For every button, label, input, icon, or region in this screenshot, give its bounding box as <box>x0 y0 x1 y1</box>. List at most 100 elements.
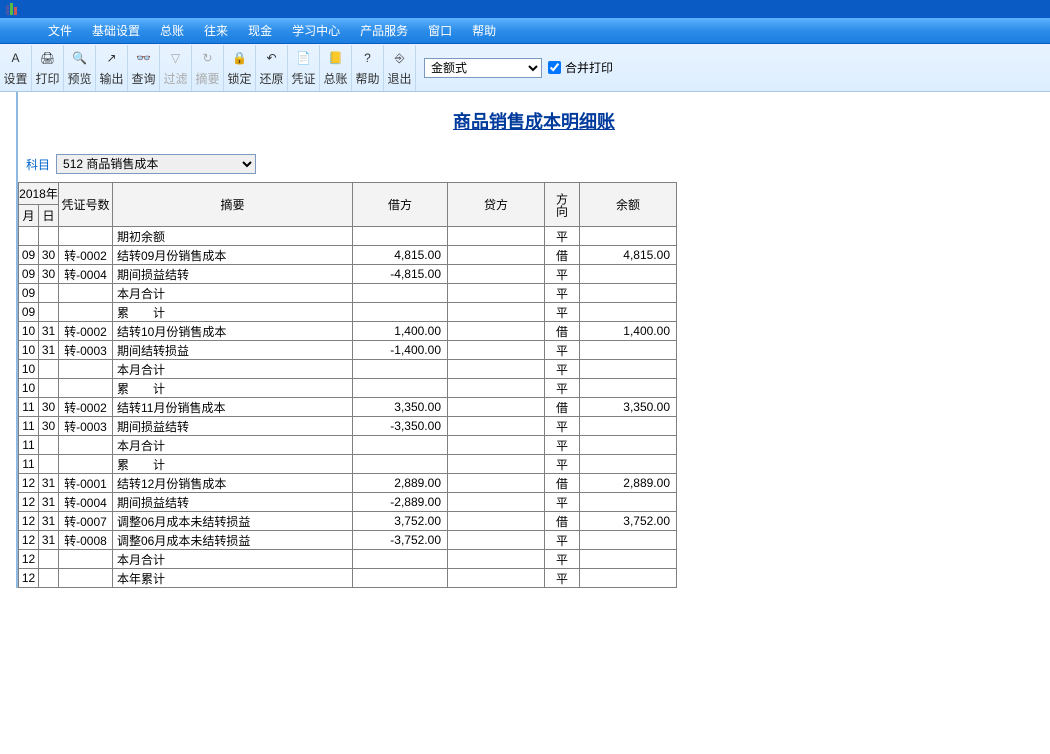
merge-print-checkbox[interactable]: 合并打印 <box>548 59 613 76</box>
cell-d <box>39 284 59 303</box>
preview-icon: 🔍 <box>72 48 87 68</box>
query-button[interactable]: 👓查询 <box>128 45 160 91</box>
table-row[interactable]: 10累 计平 <box>19 379 677 398</box>
filter-icon: ▽ <box>171 48 180 68</box>
menu-5[interactable]: 学习中心 <box>284 18 348 43</box>
menu-3[interactable]: 往来 <box>196 18 236 43</box>
table-row[interactable]: 09本月合计平 <box>19 284 677 303</box>
preview-button[interactable]: 🔍预览 <box>64 45 96 91</box>
lock-button[interactable]: 🔒 锁定 <box>224 45 256 91</box>
menu-1[interactable]: 基础设置 <box>84 18 148 43</box>
cell-m: 09 <box>19 246 39 265</box>
hdr-year: 2018年 <box>19 183 59 205</box>
cell-bal <box>580 303 677 322</box>
cell-vno: 转-0004 <box>59 265 113 284</box>
cell-d <box>39 455 59 474</box>
cell-m: 12 <box>19 474 39 493</box>
cell-debit <box>353 303 448 322</box>
table-row[interactable]: 1231转-0001结转12月份销售成本2,889.00借2,889.00 <box>19 474 677 493</box>
table-row[interactable]: 12本年累计平 <box>19 569 677 588</box>
cell-vno: 转-0004 <box>59 493 113 512</box>
exit-icon: ⎆ <box>395 48 405 68</box>
ledger-icon: 📒 <box>328 48 343 68</box>
cell-bal <box>580 436 677 455</box>
table-row[interactable]: 1231转-0008调整06月成本未结转损益-3,752.00平 <box>19 531 677 550</box>
print-button[interactable]: 🖨打印 <box>32 45 64 91</box>
cell-d: 31 <box>39 512 59 531</box>
cell-bal: 2,889.00 <box>580 474 677 493</box>
cell-d <box>39 569 59 588</box>
cell-sum: 期间损益结转 <box>113 417 353 436</box>
cell-credit <box>448 284 545 303</box>
cell-debit: 2,889.00 <box>353 474 448 493</box>
cell-m: 12 <box>19 569 39 588</box>
menu-2[interactable]: 总账 <box>152 18 192 43</box>
cell-vno: 转-0002 <box>59 246 113 265</box>
summary-icon: ↻ <box>202 48 212 68</box>
voucher-button[interactable]: 📄凭证 <box>288 45 320 91</box>
table-row[interactable]: 1130转-0002结转11月份销售成本3,350.00借3,350.00 <box>19 398 677 417</box>
menu-7[interactable]: 窗口 <box>420 18 460 43</box>
cell-dir: 借 <box>545 322 580 341</box>
subject-select[interactable]: 512 商品销售成本 <box>56 154 256 174</box>
voucher-label: 凭证 <box>291 70 315 87</box>
table-row[interactable]: 11本月合计平 <box>19 436 677 455</box>
cell-m: 10 <box>19 322 39 341</box>
cell-sum: 本月合计 <box>113 550 353 569</box>
cell-bal <box>580 341 677 360</box>
cell-bal <box>580 379 677 398</box>
help-button[interactable]: ?帮助 <box>352 45 384 91</box>
ledger-button[interactable]: 📒总账 <box>320 45 352 91</box>
cell-d: 31 <box>39 474 59 493</box>
table-row[interactable]: 1031转-0002结转10月份销售成本1,400.00借1,400.00 <box>19 322 677 341</box>
cell-d: 31 <box>39 322 59 341</box>
table-row[interactable]: 0930转-0002结转09月份销售成本4,815.00借4,815.00 <box>19 246 677 265</box>
menu-0[interactable]: 文件 <box>40 18 80 43</box>
cell-debit: 3,350.00 <box>353 398 448 417</box>
cell-vno <box>59 360 113 379</box>
table-row[interactable]: 1031转-0003期间结转损益-1,400.00平 <box>19 341 677 360</box>
cell-d: 30 <box>39 265 59 284</box>
subject-label: 科目 <box>26 156 50 173</box>
cell-d: 30 <box>39 398 59 417</box>
cell-dir: 平 <box>545 550 580 569</box>
table-row[interactable]: 10本月合计平 <box>19 360 677 379</box>
cell-bal <box>580 417 677 436</box>
cell-m: 12 <box>19 512 39 531</box>
menu-8[interactable]: 帮助 <box>464 18 504 43</box>
table-row[interactable]: 期初余额平 <box>19 227 677 246</box>
table-row[interactable]: 11累 计平 <box>19 455 677 474</box>
cell-bal <box>580 455 677 474</box>
table-row[interactable]: 0930转-0004期间损益结转-4,815.00平 <box>19 265 677 284</box>
cell-debit: -1,400.00 <box>353 341 448 360</box>
lock-label: 锁定 <box>227 70 251 87</box>
cell-credit <box>448 341 545 360</box>
menu-6[interactable]: 产品服务 <box>352 18 416 43</box>
cell-credit <box>448 379 545 398</box>
exit-button[interactable]: ⎆退出 <box>384 45 416 91</box>
cell-bal: 4,815.00 <box>580 246 677 265</box>
table-row[interactable]: 09累 计平 <box>19 303 677 322</box>
settings-label: 设置 <box>3 70 27 87</box>
print-icon: 🖨 <box>40 48 55 68</box>
cell-debit: -3,350.00 <box>353 417 448 436</box>
settings-button[interactable]: A设置 <box>0 45 32 91</box>
table-row[interactable]: 1231转-0007调整06月成本未结转损益3,752.00借3,752.00 <box>19 512 677 531</box>
table-row[interactable]: 1231转-0004期间损益结转-2,889.00平 <box>19 493 677 512</box>
cell-credit <box>448 474 545 493</box>
format-select[interactable]: 金额式 <box>424 58 542 78</box>
hdr-direction: 方向 <box>545 183 580 227</box>
cell-sum: 累 计 <box>113 379 353 398</box>
ledger-grid: 2018年 凭证号数 摘要 借方 贷方 方向 余额 月 日 期初余额平0930转… <box>18 182 677 588</box>
cell-credit <box>448 246 545 265</box>
cell-sum: 本月合计 <box>113 436 353 455</box>
cell-dir: 平 <box>545 455 580 474</box>
restore-button[interactable]: ↶还原 <box>256 45 288 91</box>
table-row[interactable]: 12本月合计平 <box>19 550 677 569</box>
export-button[interactable]: ↗输出 <box>96 45 128 91</box>
table-row[interactable]: 1130转-0003期间损益结转-3,350.00平 <box>19 417 677 436</box>
lock-icon: 🔒 <box>232 48 247 68</box>
cell-sum: 结转09月份销售成本 <box>113 246 353 265</box>
subject-row: 科目 512 商品销售成本 <box>18 154 1050 182</box>
menu-4[interactable]: 现金 <box>240 18 280 43</box>
